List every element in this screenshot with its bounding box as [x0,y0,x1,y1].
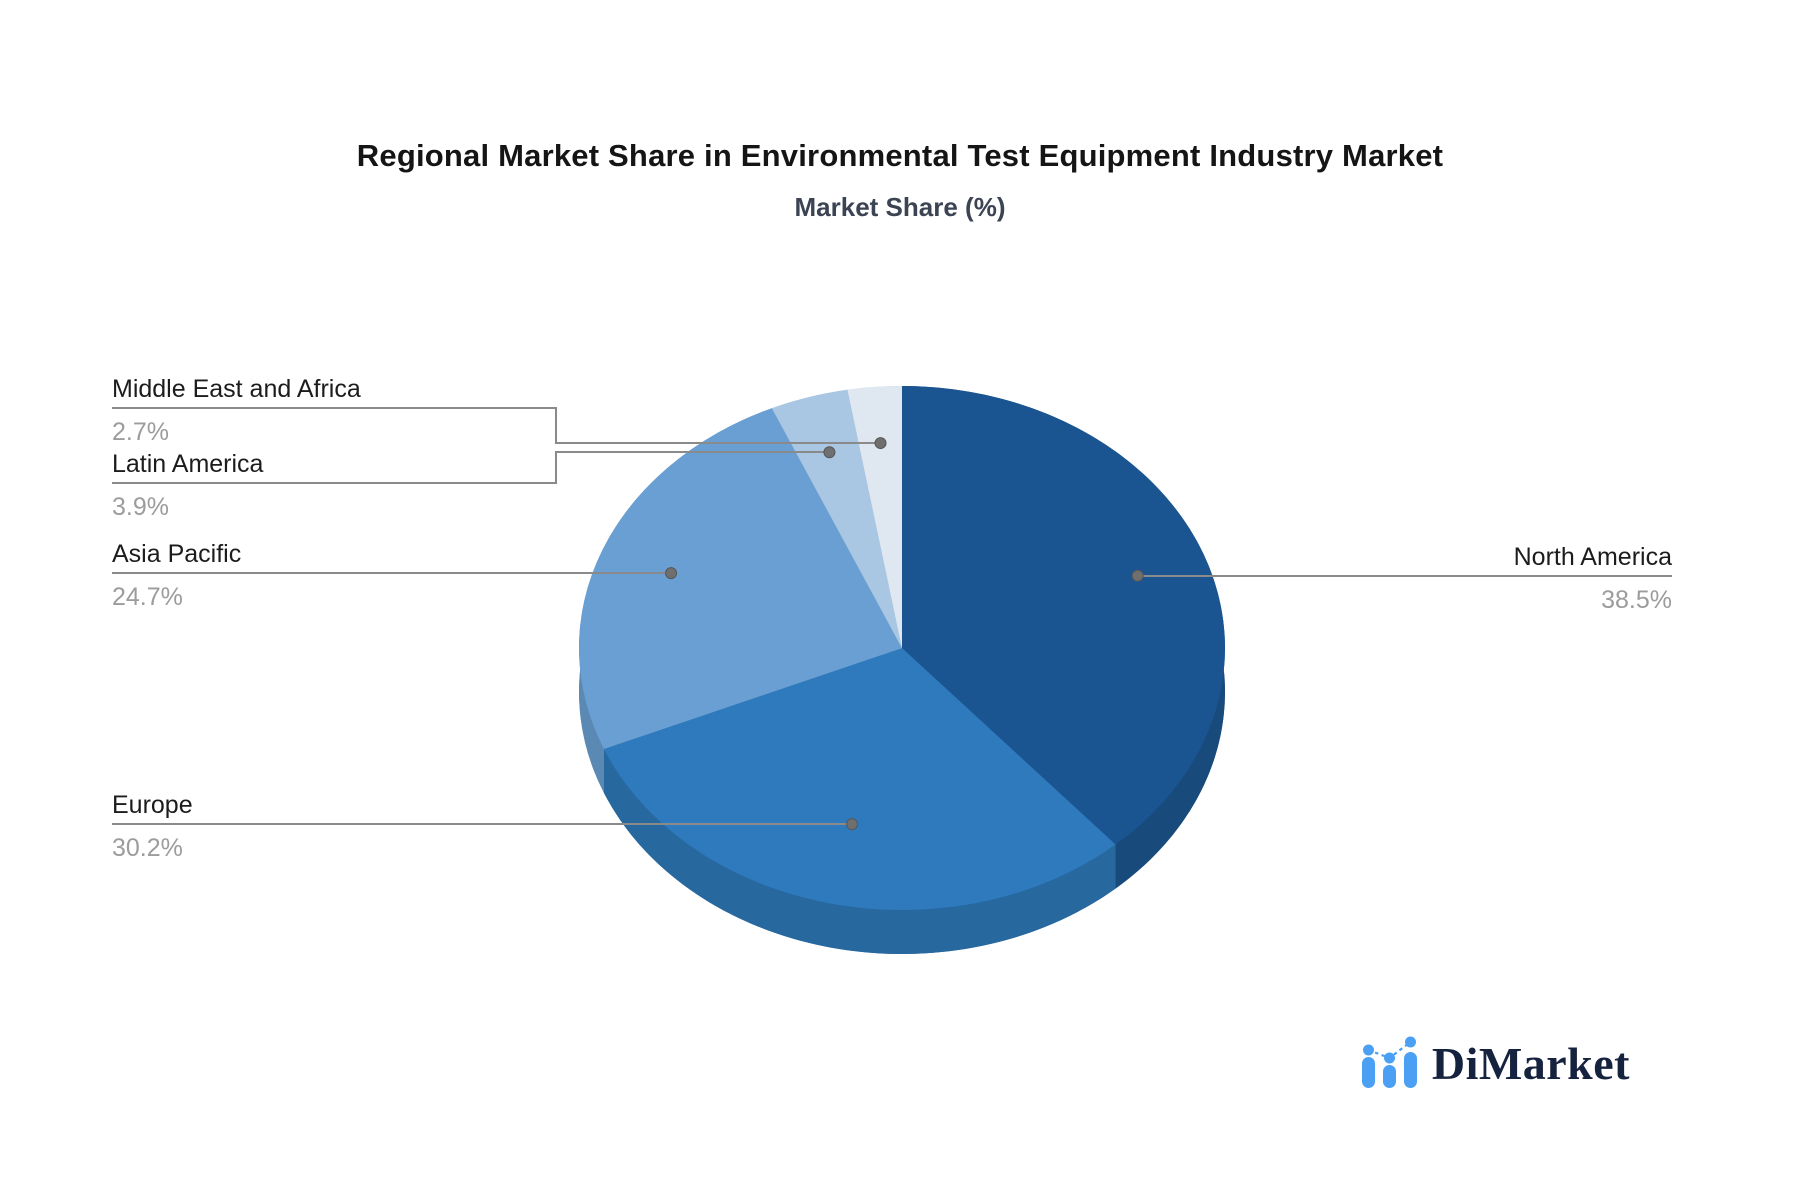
dimarket-logo: DiMarket [1361,1036,1630,1090]
leader-dot [1131,569,1144,582]
label-north-america: North America [1513,543,1672,571]
leader-dot [846,818,859,831]
label-europe: Europe [112,791,193,819]
leader-dot [665,567,678,580]
value-latin-america: 3.9% [112,493,169,521]
value-asia-pacific: 24.7% [112,583,183,611]
leader-dot [874,437,887,450]
leader-dot [823,446,836,459]
bar-chart-trend-icon [1361,1036,1417,1088]
pie-chart [112,386,1672,954]
value-north-america: 38.5% [1601,586,1672,614]
label-asia-pacific: Asia Pacific [112,540,242,568]
label-middle-east-and-africa: Middle East and Africa [112,375,361,403]
label-latin-america: Latin America [112,450,264,478]
logo-text: DiMarket [1431,1038,1630,1089]
value-europe: 30.2% [112,834,183,862]
value-middle-east-and-africa: 2.7% [112,418,169,446]
